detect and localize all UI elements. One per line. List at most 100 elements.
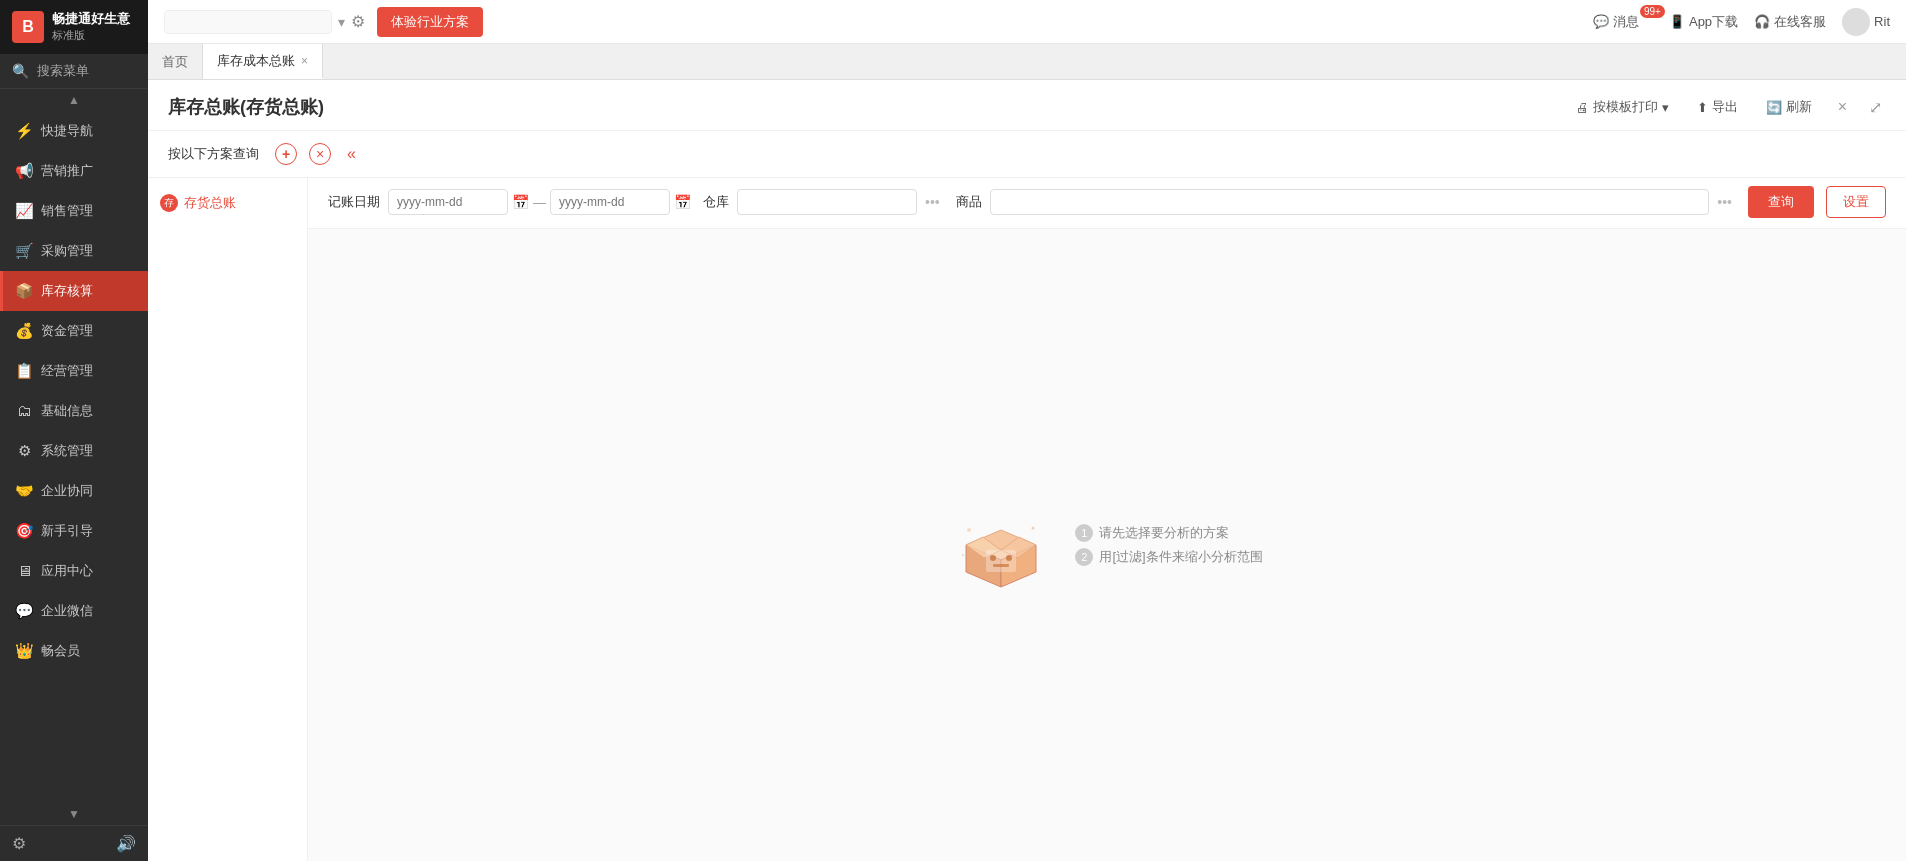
- scheme-icon: 存: [160, 194, 178, 212]
- sidebar-item-marketing[interactable]: 📢 营销推广: [0, 151, 148, 191]
- svg-point-6: [990, 555, 996, 561]
- sidebar-scroll-up[interactable]: ▲: [0, 89, 148, 111]
- sidebar-item-quick-nav[interactable]: ⚡ 快捷导航: [0, 111, 148, 151]
- sidebar: B 畅捷通好生意 标准版 🔍 搜索菜单 ▲ ⚡ 快捷导航 📢 营销推广 📈 销售…: [0, 0, 148, 861]
- message-item[interactable]: 💬 消息 99+: [1593, 13, 1653, 31]
- page-header-actions: 🖨 按模板打印 ▾ ⬆ 导出 🔄 刷新 × ⤢: [1568, 94, 1886, 120]
- empty-tip-2: 2 用[过滤]条件来缩小分析范围: [1075, 548, 1262, 566]
- panel-close-btn[interactable]: ×: [1832, 98, 1853, 116]
- printer-icon: 🖨: [1576, 100, 1589, 115]
- date-field-group: 记账日期 📅 — 📅: [328, 189, 691, 215]
- finance-icon: 💰: [15, 322, 33, 340]
- sidebar-item-vip[interactable]: 👑 畅会员: [0, 631, 148, 671]
- goods-input[interactable]: [990, 189, 1710, 215]
- header-chevron-icon[interactable]: ▾: [338, 14, 345, 30]
- date-end-input[interactable]: [550, 189, 670, 215]
- print-button[interactable]: 🖨 按模板打印 ▾: [1568, 94, 1677, 120]
- print-label: 按模板打印: [1593, 98, 1658, 116]
- settings-button[interactable]: 设置: [1826, 186, 1886, 218]
- mobile-icon: 📱: [1669, 14, 1685, 29]
- sidebar-item-label: 库存核算: [41, 282, 93, 300]
- online-service-item[interactable]: 🎧 在线客服: [1754, 13, 1826, 31]
- filter-arrow-button[interactable]: «: [343, 143, 360, 165]
- operation-icon: 📋: [15, 362, 33, 380]
- system-icon: ⚙: [15, 442, 33, 460]
- sidebar-item-inventory[interactable]: 📦 库存核算: [0, 271, 148, 311]
- tip-text-1: 请先选择要分析的方案: [1099, 524, 1229, 542]
- goods-field: 商品 •••: [956, 189, 1736, 215]
- trial-button[interactable]: 体验行业方案: [377, 7, 483, 37]
- settings-icon[interactable]: ⚙: [12, 834, 26, 853]
- sidebar-item-label: 新手引导: [41, 522, 93, 540]
- message-icon: 💬: [1593, 14, 1609, 29]
- sidebar-item-system[interactable]: ⚙ 系统管理: [0, 431, 148, 471]
- refresh-button[interactable]: 🔄 刷新: [1758, 94, 1820, 120]
- sidebar-item-cooperation[interactable]: 🤝 企业协同: [0, 471, 148, 511]
- date-start-calendar-icon[interactable]: 📅: [512, 194, 529, 210]
- panel-expand-btn[interactable]: ⤢: [1865, 98, 1886, 117]
- query-button[interactable]: 查询: [1748, 186, 1814, 218]
- sidebar-item-appstore[interactable]: 🖥 应用中心: [0, 551, 148, 591]
- warehouse-input[interactable]: [737, 189, 917, 215]
- export-icon: ⬆: [1697, 100, 1708, 115]
- tab-home-label: 首页: [162, 53, 188, 71]
- empty-tips: 1 请先选择要分析的方案 2 用[过滤]条件来缩小分析范围: [1075, 518, 1262, 572]
- export-button[interactable]: ⬆ 导出: [1689, 94, 1746, 120]
- sidebar-logo: B 畅捷通好生意 标准版: [0, 0, 148, 54]
- tab-inventory-cost-label: 库存成本总账: [217, 52, 295, 70]
- sidebar-nav: ⚡ 快捷导航 📢 营销推广 📈 销售管理 🛒 采购管理 📦 库存核算 💰 资金管…: [0, 111, 148, 803]
- filter-add-button[interactable]: +: [275, 143, 297, 165]
- app-download-item[interactable]: 📱 App下载: [1669, 13, 1738, 31]
- header-gear-icon[interactable]: ⚙: [351, 12, 365, 31]
- goods-more-icon[interactable]: •••: [1713, 192, 1736, 212]
- page-header: 库存总账(存货总账) 🖨 按模板打印 ▾ ⬆ 导出 🔄 刷新 × ⤢: [148, 80, 1906, 131]
- sidebar-scroll-down[interactable]: ▼: [0, 803, 148, 825]
- tab-home[interactable]: 首页: [148, 44, 203, 79]
- sidebar-item-wechat[interactable]: 💬 企业微信: [0, 591, 148, 631]
- tab-bar: 首页 库存成本总账 ×: [148, 44, 1906, 80]
- inventory-icon: 📦: [15, 282, 33, 300]
- scheme-item-label: 存货总账: [184, 194, 236, 212]
- sidebar-item-purchase[interactable]: 🛒 采购管理: [0, 231, 148, 271]
- marketing-icon: 📢: [15, 162, 33, 180]
- scheme-item-inventory-ledger[interactable]: 存 存货总账: [148, 186, 307, 220]
- sidebar-item-basic[interactable]: 🗂 基础信息: [0, 391, 148, 431]
- sidebar-item-operation[interactable]: 📋 经营管理: [0, 351, 148, 391]
- empty-state-inner: 1 请先选择要分析的方案 2 用[过滤]条件来缩小分析范围: [951, 500, 1262, 590]
- header-nav-input[interactable]: [164, 10, 332, 34]
- user-name: Rit: [1874, 14, 1890, 29]
- sidebar-search[interactable]: 🔍 搜索菜单: [0, 54, 148, 89]
- filter-collapse-icon: ×: [316, 146, 324, 162]
- message-label: 消息: [1613, 13, 1639, 31]
- filter-collapse-button[interactable]: ×: [309, 143, 331, 165]
- wechat-icon: 💬: [15, 602, 33, 620]
- tab-inventory-cost[interactable]: 库存成本总账 ×: [203, 44, 323, 79]
- sidebar-item-label: 营销推广: [41, 162, 93, 180]
- tab-close-icon[interactable]: ×: [301, 54, 308, 68]
- sidebar-item-sales[interactable]: 📈 销售管理: [0, 191, 148, 231]
- vip-icon: 👑: [15, 642, 33, 660]
- header-left: ▾ ⚙ 体验行业方案: [164, 7, 1593, 37]
- sidebar-item-finance[interactable]: 💰 资金管理: [0, 311, 148, 351]
- tip-num-1: 1: [1075, 524, 1093, 542]
- appstore-icon: 🖥: [15, 562, 33, 579]
- filter-row: 记账日期 📅 — 📅 仓库 ••• 商: [308, 178, 1906, 229]
- sidebar-item-newbie[interactable]: 🎯 新手引导: [0, 511, 148, 551]
- header-right: 💬 消息 99+ 📱 App下载 🎧 在线客服 Rit: [1593, 8, 1890, 36]
- warehouse-more-icon[interactable]: •••: [921, 192, 944, 212]
- user-item[interactable]: Rit: [1842, 8, 1890, 36]
- date-end-calendar-icon[interactable]: 📅: [674, 194, 691, 210]
- empty-tip-1: 1 请先选择要分析的方案: [1075, 524, 1262, 542]
- scheme-icon-char: 存: [164, 196, 174, 210]
- speaker-icon[interactable]: 🔊: [116, 834, 136, 853]
- cooperation-icon: 🤝: [15, 482, 33, 500]
- message-badge: 99+: [1640, 5, 1665, 18]
- edition-label: 标准版: [52, 28, 130, 43]
- right-panel: 记账日期 📅 — 📅 仓库 ••• 商: [308, 178, 1906, 861]
- date-separator: —: [533, 195, 546, 210]
- svg-rect-5: [986, 550, 1016, 572]
- sidebar-item-label: 应用中心: [41, 562, 93, 580]
- sidebar-footer: ⚙ 🔊: [0, 825, 148, 861]
- date-start-input[interactable]: [388, 189, 508, 215]
- user-avatar: [1842, 8, 1870, 36]
